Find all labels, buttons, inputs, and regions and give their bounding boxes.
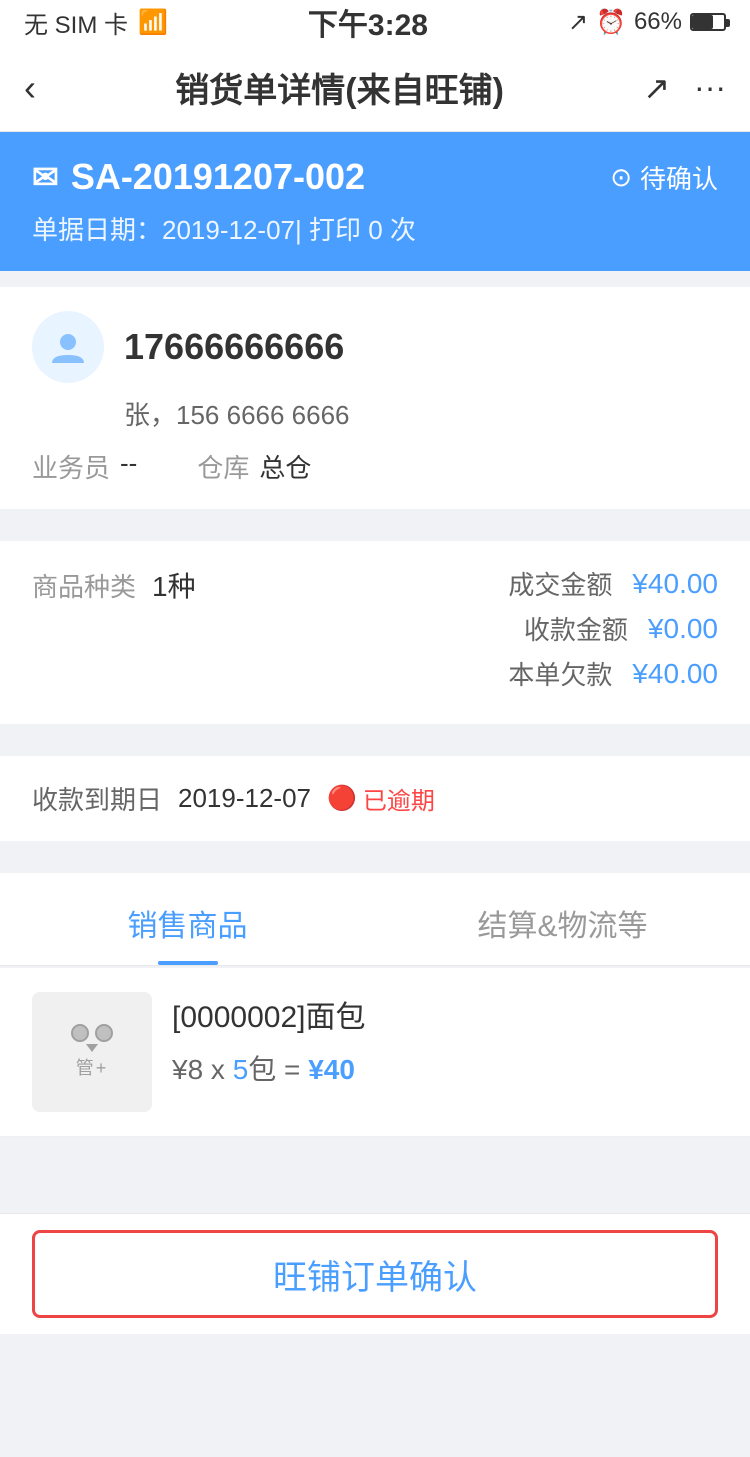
tab-settlement[interactable]: 结算&物流等 — [375, 873, 750, 965]
overdue-icon: 🔴 — [327, 784, 357, 813]
header-top: ✉ SA-20191207-002 ⊙ 待确认 — [32, 156, 718, 198]
divider-2 — [0, 525, 750, 541]
order-date: 单据日期：2019-12-07| 打印 0 次 — [32, 210, 718, 247]
order-id: ✉ SA-20191207-002 — [32, 156, 365, 198]
unit-label: 包 = — [248, 1054, 308, 1085]
order-icon: ✉ — [32, 158, 59, 196]
amount-label-0: 成交金额 — [508, 565, 612, 602]
divider-4 — [0, 857, 750, 873]
avatar — [32, 311, 104, 383]
amount-value-0: ¥40.00 — [632, 568, 718, 600]
product-price-row: ¥8 x 5包 = ¥40 — [172, 1048, 718, 1088]
tabs-section: 销售商品 结算&物流等 — [0, 873, 750, 966]
status-left: 无 SIM 卡 📶 — [24, 5, 168, 40]
owl-logo: 管+ — [71, 1024, 113, 1080]
customer-phone: 17666666666 — [124, 326, 344, 368]
confirm-button[interactable]: 旺铺订单确认 — [32, 1230, 718, 1318]
product-type-label: 商品种类 — [32, 567, 136, 604]
amount-row-0: 成交金额 ¥40.00 — [508, 565, 718, 602]
status-bar: 无 SIM 卡 📶 下午3:28 ↗ ⏰ 66% — [0, 0, 750, 44]
product-type: 商品种类 1种 — [32, 565, 196, 605]
divider-1 — [0, 271, 750, 287]
print-text: | 打印 0 次 — [295, 215, 416, 245]
date-value: 2019-12-07 — [162, 215, 295, 245]
nav-bar: ‹ 销货单详情(来自旺铺) ↗ ··· — [0, 44, 750, 132]
more-icon[interactable]: ··· — [694, 69, 726, 106]
bottom-bar: 旺铺订单确认 — [0, 1213, 750, 1334]
status-right: ↗ ⏰ 66% — [568, 8, 726, 37]
status-time: 下午3:28 — [308, 0, 428, 44]
tabs-header: 销售商品 结算&物流等 — [0, 873, 750, 966]
customer-row: 17666666666 — [32, 311, 718, 383]
product-info: [0000002]面包 ¥8 x 5包 = ¥40 — [172, 992, 718, 1112]
products-section: 管+ [0000002]面包 ¥8 x 5包 = ¥40 — [0, 968, 750, 1137]
header-card: ✉ SA-20191207-002 ⊙ 待确认 单据日期：2019-12-07|… — [0, 132, 750, 271]
divider-3 — [0, 740, 750, 756]
status-text: 待确认 — [640, 159, 718, 196]
wifi-icon: 📶 — [138, 8, 168, 37]
amount-label-2: 本单欠款 — [508, 655, 612, 692]
page-title: 销货单详情(来自旺铺) — [175, 63, 504, 112]
customer-section: 17666666666 张，156 6666 6666 业务员 -- 仓库 总仓 — [0, 287, 750, 509]
tab-products-label: 销售商品 — [128, 910, 248, 943]
salesman-value: -- — [120, 448, 137, 485]
due-section: 收款到期日 2019-12-07 🔴 已逾期 — [0, 756, 750, 841]
product-type-value: 1种 — [152, 565, 196, 605]
warehouse-label: 仓库 — [197, 448, 249, 485]
date-label: 单据日期： — [32, 215, 162, 245]
back-button[interactable]: ‹ — [24, 67, 36, 109]
product-thumbnail: 管+ — [32, 992, 152, 1112]
product-name: [0000002]面包 — [172, 992, 718, 1036]
battery-icon — [690, 13, 726, 31]
warehouse-item: 仓库 总仓 — [197, 448, 311, 485]
salesman-label: 业务员 — [32, 448, 110, 485]
order-id-text: SA-20191207-002 — [71, 156, 365, 198]
unit-price: ¥8 x — [172, 1054, 233, 1085]
product-item: 管+ [0000002]面包 ¥8 x 5包 = ¥40 — [0, 968, 750, 1137]
amount-value-2: ¥40.00 — [632, 658, 718, 690]
tab-products[interactable]: 销售商品 — [0, 873, 375, 965]
owl-eye-right — [95, 1024, 113, 1042]
order-status: ⊙ 待确认 — [610, 159, 718, 196]
product-thumb-inner: 管+ — [32, 992, 152, 1112]
product-total: ¥40 — [308, 1054, 355, 1085]
due-date-value: 2019-12-07 — [178, 783, 311, 814]
product-qty: 5 — [233, 1054, 249, 1085]
tab-settlement-label: 结算&物流等 — [477, 910, 647, 943]
amount-label-1: 收款金额 — [524, 610, 628, 647]
owl-text: 管+ — [76, 1054, 109, 1080]
owl-eye-left — [71, 1024, 89, 1042]
salesman-item: 业务员 -- — [32, 448, 137, 485]
due-label: 收款到期日 — [32, 780, 162, 817]
clock-icon: ⊙ — [610, 162, 632, 193]
amounts: 成交金额 ¥40.00 收款金额 ¥0.00 本单欠款 ¥40.00 — [508, 565, 718, 700]
carrier-label: 无 SIM 卡 — [24, 5, 128, 40]
amount-row-2: 本单欠款 ¥40.00 — [508, 655, 718, 692]
battery-percent: 66% — [634, 8, 682, 36]
owl-beak — [86, 1044, 98, 1052]
customer-meta: 业务员 -- 仓库 总仓 — [32, 448, 718, 485]
location-icon: ↗ — [568, 8, 588, 37]
amount-value-1: ¥0.00 — [648, 613, 718, 645]
nav-actions: ↗ ··· — [643, 69, 726, 107]
summary-section: 商品种类 1种 成交金额 ¥40.00 收款金额 ¥0.00 本单欠款 ¥40.… — [0, 541, 750, 724]
amount-row-1: 收款金额 ¥0.00 — [508, 610, 718, 647]
customer-name: 张，156 6666 6666 — [124, 395, 718, 432]
share-icon[interactable]: ↗ — [643, 69, 670, 107]
warehouse-value: 总仓 — [259, 448, 311, 485]
bottom-spacer — [0, 1337, 750, 1457]
overdue-badge: 🔴 已逾期 — [327, 781, 435, 816]
alarm-icon: ⏰ — [596, 8, 626, 37]
owl-eyes — [71, 1024, 113, 1042]
overdue-text: 已逾期 — [363, 781, 435, 816]
